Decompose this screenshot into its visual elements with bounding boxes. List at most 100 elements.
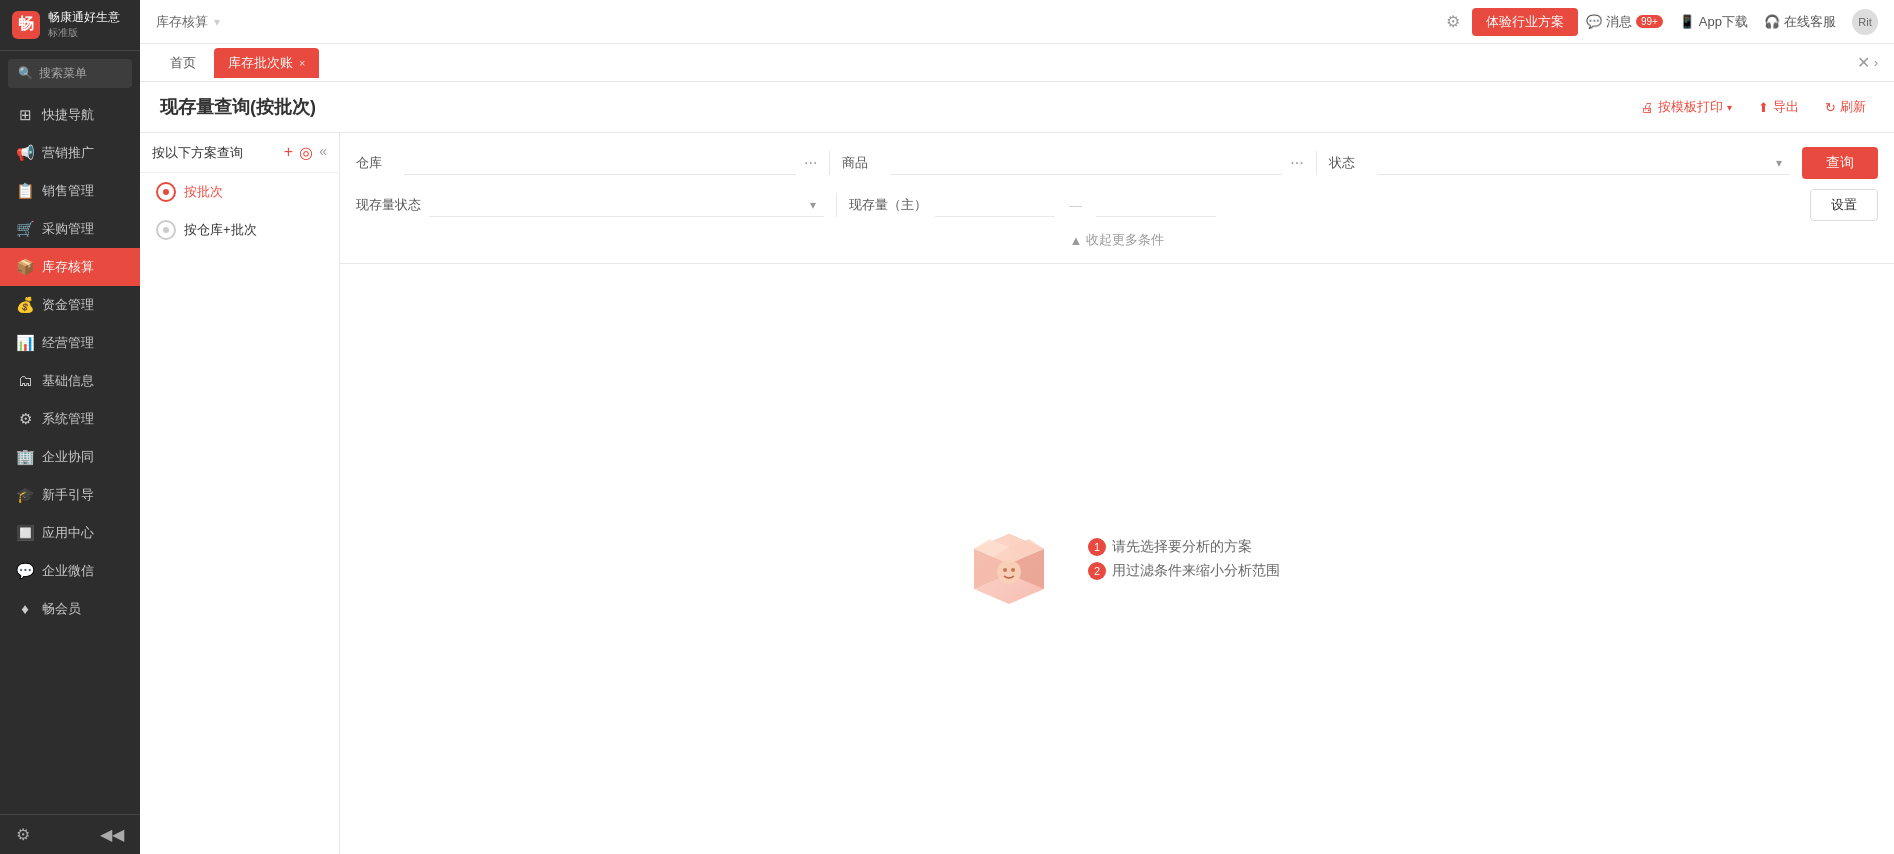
service-button[interactable]: 🎧 在线客服: [1764, 13, 1836, 31]
svg-point-9: [1003, 568, 1007, 572]
refresh-label: 刷新: [1840, 98, 1866, 116]
sidebar-item-newbie[interactable]: 🎓 新手引导: [0, 476, 140, 514]
scheme-inactive-icon: [156, 220, 176, 240]
status-select[interactable]: ▾: [1377, 152, 1790, 175]
sidebar-item-quick-nav[interactable]: ⊞ 快捷导航: [0, 96, 140, 134]
collapse-filter-button[interactable]: ▲ 收起更多条件: [356, 231, 1878, 249]
sidebar-item-operations[interactable]: 📊 经营管理: [0, 324, 140, 362]
tab-home[interactable]: 首页: [156, 48, 210, 78]
scheme-batch[interactable]: 按批次: [140, 173, 339, 211]
step2-text: 用过滤条件来缩小分析范围: [1112, 562, 1280, 580]
breadcrumb-arrow-icon: ▾: [214, 15, 220, 29]
stock-qty-min[interactable]: [935, 193, 1055, 217]
app-info: 畅康通好生意 标准版: [48, 10, 120, 40]
page-title: 现存量查询(按批次): [160, 95, 316, 119]
empty-text: 1 请先选择要分析的方案 2 用过滤条件来缩小分析范围: [1088, 532, 1280, 586]
sidebar-item-appstore[interactable]: 🔲 应用中心: [0, 514, 140, 552]
right-panel: 仓库 ··· 商品 ··· 状态: [340, 133, 1894, 854]
filter-separator-2: [1316, 151, 1317, 175]
app-version: 标准版: [48, 26, 120, 40]
product-label: 商品: [842, 154, 882, 172]
sidebar-item-label: 企业协同: [42, 448, 94, 466]
user-avatar[interactable]: Rit: [1852, 9, 1878, 35]
toggle-sidebar-icon[interactable]: ◀◀: [100, 825, 124, 844]
wechat-icon: 💬: [16, 562, 34, 580]
sidebar-item-label: 系统管理: [42, 410, 94, 428]
sidebar-item-purchase[interactable]: 🛒 采购管理: [0, 210, 140, 248]
query-button[interactable]: 查询: [1802, 147, 1878, 179]
export-icon: ⬆: [1758, 100, 1769, 115]
left-panel: 按以下方案查询 + ◎ « 按批次: [140, 133, 340, 854]
sidebar-item-member[interactable]: ♦ 畅会员: [0, 590, 140, 628]
system-icon: ⚙: [16, 410, 34, 428]
member-icon: ♦: [16, 600, 34, 617]
product-filter: 商品 ···: [842, 151, 1303, 175]
sidebar-item-label: 资金管理: [42, 296, 94, 314]
print-arrow-icon: ▾: [1727, 102, 1732, 113]
trial-button[interactable]: 体验行业方案: [1472, 8, 1578, 36]
warehouse-input[interactable]: [404, 151, 796, 175]
left-panel-actions: + ◎ «: [284, 143, 327, 162]
purchase-icon: 🛒: [16, 220, 34, 238]
warehouse-label: 仓库: [356, 154, 396, 172]
search-icon: 🔍: [18, 66, 33, 80]
sidebar-item-label: 库存核算: [42, 258, 94, 276]
sidebar-item-inventory[interactable]: 📦 库存核算: [0, 248, 140, 286]
sidebar-item-system[interactable]: ⚙ 系统管理: [0, 400, 140, 438]
sidebar-search[interactable]: 🔍 搜索菜单: [8, 59, 132, 88]
topbar-gear-icon[interactable]: ⚙: [1442, 8, 1464, 35]
app-download-button[interactable]: 📱 App下载: [1679, 13, 1748, 31]
sidebar-item-sales[interactable]: 📋 销售管理: [0, 172, 140, 210]
sidebar-footer: ⚙ ◀◀: [0, 814, 140, 854]
sidebar-item-enterprise[interactable]: 🏢 企业协同: [0, 438, 140, 476]
stock-qty-dash: —: [1063, 198, 1088, 213]
add-scheme-button[interactable]: +: [284, 143, 293, 162]
tab-close-icon[interactable]: ×: [299, 57, 305, 69]
filter-area: 仓库 ··· 商品 ··· 状态: [340, 133, 1894, 264]
warehouse-more-icon[interactable]: ···: [804, 154, 817, 172]
stock-status-select[interactable]: ▾: [429, 194, 824, 217]
filter-separator-3: [836, 193, 837, 217]
breadcrumb-text[interactable]: 库存核算: [156, 13, 208, 31]
sidebar-item-label: 营销推广: [42, 144, 94, 162]
topbar-right: 💬 消息 99+ 📱 App下载 🎧 在线客服 Rit: [1586, 9, 1878, 35]
sidebar-item-finance[interactable]: 💰 资金管理: [0, 286, 140, 324]
product-more-icon[interactable]: ···: [1290, 154, 1303, 172]
warehouse-filter: 仓库 ···: [356, 151, 817, 175]
status-filter: 状态 ▾: [1329, 152, 1790, 175]
basics-icon: 🗂: [16, 372, 34, 389]
export-button[interactable]: ⬆ 导出: [1750, 94, 1807, 120]
left-panel-title: 按以下方案查询: [152, 144, 243, 162]
sidebar-item-label: 快捷导航: [42, 106, 94, 124]
print-label: 按模板打印: [1658, 98, 1723, 116]
stock-status-arrow-icon: ▾: [810, 198, 816, 212]
sidebar-item-wechat[interactable]: 💬 企业微信: [0, 552, 140, 590]
collapse-icon: ▲: [1070, 233, 1083, 248]
message-icon: 💬: [1586, 14, 1602, 29]
product-input[interactable]: [890, 151, 1282, 175]
main-area: 库存核算 ▾ ⚙ 体验行业方案 💬 消息 99+ 📱 App下载 🎧 在线客服 …: [140, 0, 1894, 854]
stock-qty-max[interactable]: [1096, 193, 1216, 217]
tabs-close-all-button[interactable]: ✕: [1857, 53, 1870, 72]
collapse-panel-button[interactable]: «: [319, 143, 327, 162]
sidebar-item-marketing[interactable]: 📢 营销推广: [0, 134, 140, 172]
messages-button[interactable]: 💬 消息 99+: [1586, 13, 1663, 31]
scheme-warehouse-batch[interactable]: 按仓库+批次: [140, 211, 339, 249]
filter-row-1: 仓库 ··· 商品 ··· 状态: [356, 147, 1878, 179]
svg-point-0: [163, 189, 169, 195]
service-label: 在线客服: [1784, 13, 1836, 31]
messages-label: 消息: [1606, 13, 1632, 31]
sidebar-item-basics[interactable]: 🗂 基础信息: [0, 362, 140, 400]
svg-point-1: [163, 227, 169, 233]
settings-button[interactable]: 设置: [1810, 189, 1878, 221]
tabs-right-icon[interactable]: ›: [1874, 55, 1878, 70]
scheme-settings-button[interactable]: ◎: [299, 143, 313, 162]
settings-icon[interactable]: ⚙: [16, 825, 30, 844]
scheme-active-icon: [156, 182, 176, 202]
tab-inventory-batch[interactable]: 库存批次账 ×: [214, 48, 319, 78]
refresh-button[interactable]: ↻ 刷新: [1817, 94, 1874, 120]
newbie-icon: 🎓: [16, 486, 34, 504]
marketing-icon: 📢: [16, 144, 34, 162]
print-button[interactable]: 🖨 按模板打印 ▾: [1633, 94, 1740, 120]
stock-status-filter: 现存量状态 ▾: [356, 194, 824, 217]
